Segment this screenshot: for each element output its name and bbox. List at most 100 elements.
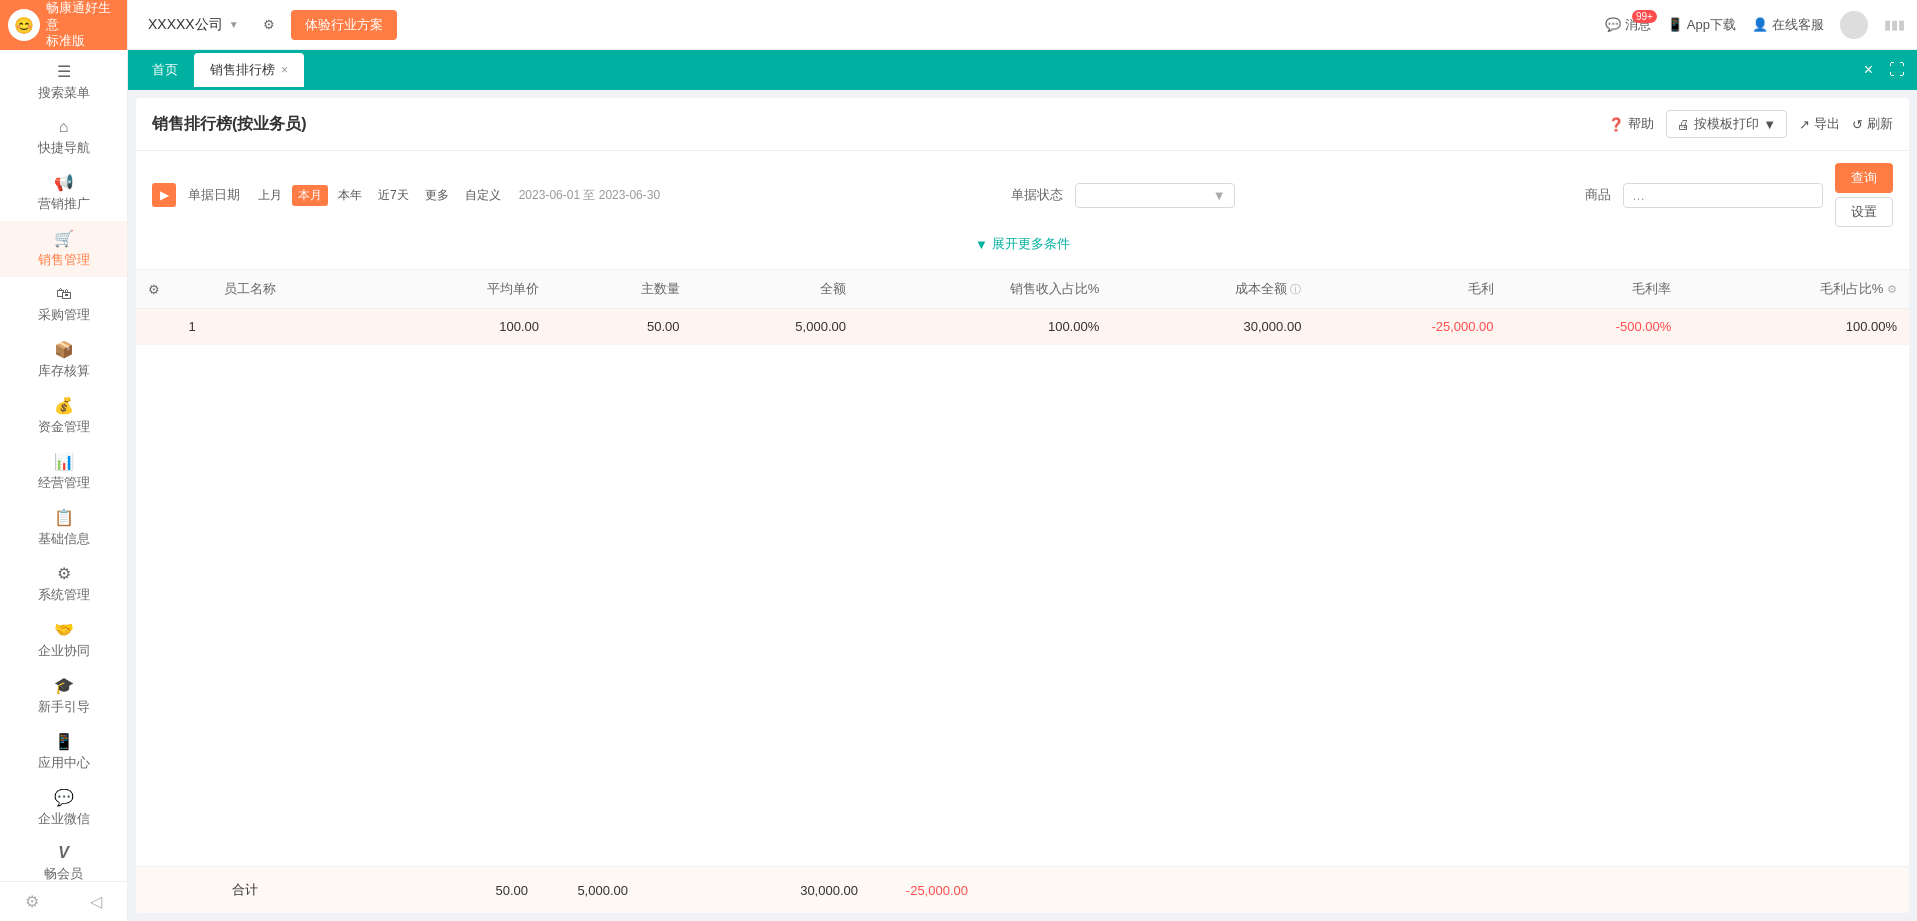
sidebar-item-cooperation[interactable]: 🤝 企业协同 <box>0 612 127 668</box>
row-rank: 1 <box>172 309 212 345</box>
sidebar-item-app-center[interactable]: 📱 应用中心 <box>0 724 127 780</box>
help-link[interactable]: ❓ 帮助 <box>1608 115 1654 133</box>
sidebar-item-basic-info[interactable]: 📋 基础信息 <box>0 500 127 556</box>
message-icon: 💬 <box>1605 17 1621 32</box>
goods-filter-text: … <box>1632 188 1645 203</box>
member-icon: V <box>58 844 69 862</box>
filter-row-main: ▶ 单据日期 上月 本月 本年 近7天 更多 自定义 2023-06-01 至 … <box>152 163 1893 227</box>
col-amount: 全额 <box>692 270 858 309</box>
print-chevron-icon: ▼ <box>1763 117 1776 132</box>
more-date-btn[interactable]: 更多 <box>419 185 455 206</box>
row-avg-price: 100.00 <box>382 309 552 345</box>
refresh-button[interactable]: ↺ 刷新 <box>1852 115 1893 133</box>
message-button[interactable]: 💬 消息 99+ <box>1605 16 1651 34</box>
last7days-btn[interactable]: 近7天 <box>372 185 415 206</box>
message-badge: 99+ <box>1632 10 1657 23</box>
sidebar-item-system[interactable]: ⚙ 系统管理 <box>0 556 127 612</box>
tab-bar: 首页 销售排行榜 × × ⛶ <box>128 50 1917 90</box>
status-select[interactable]: ▼ <box>1075 183 1235 208</box>
sales-ranking-table: ⚙ 员工名称 平均单价 主数量 全额 销售收入占比% 成本全额 ⓘ 毛利 毛利率… <box>136 270 1909 345</box>
app-download-button[interactable]: 📱 App下载 <box>1667 16 1736 34</box>
sidebar-item-quick-nav[interactable]: ⌂ 快捷导航 <box>0 110 127 165</box>
export-button[interactable]: ↗ 导出 <box>1799 115 1840 133</box>
sidebar: 😊 畅康通好生意 标准版 ☰ 搜索菜单 ⌂ 快捷导航 📢 营销推广 🛒 销售管理… <box>0 0 128 921</box>
col-main-qty: 主数量 <box>551 270 692 309</box>
tab-maximize-button[interactable]: ⛶ <box>1885 57 1909 83</box>
this-month-btn[interactable]: 本月 <box>292 185 328 206</box>
sidebar-nav: ☰ 搜索菜单 ⌂ 快捷导航 📢 营销推广 🛒 销售管理 🛍 采购管理 📦 库存核… <box>0 50 127 881</box>
user-avatar[interactable] <box>1840 11 1868 39</box>
tab-close-icon[interactable]: × <box>281 63 288 77</box>
table-wrapper: ⚙ 员工名称 平均单价 主数量 全额 销售收入占比% 成本全额 ⓘ 毛利 毛利率… <box>136 270 1909 866</box>
settings-text-button[interactable]: 设置 <box>1835 197 1893 227</box>
print-button[interactable]: 🖨 按模板打印 ▼ <box>1666 110 1787 138</box>
footer-settings-icon[interactable]: ⚙ <box>25 892 39 911</box>
chevron-down-icon: ▼ <box>229 19 239 30</box>
company-name: XXXXX公司 <box>148 16 223 34</box>
sidebar-item-member[interactable]: V 畅会员 <box>0 836 127 881</box>
date-buttons: 上月 本月 本年 近7天 更多 自定义 <box>252 185 507 206</box>
footer-collapse-icon[interactable]: ◁ <box>90 892 102 911</box>
service-icon: 👤 <box>1752 17 1768 32</box>
main-wrapper: XXXXX公司 ▼ ⚙ 体验行业方案 💬 消息 99+ 📱 App下载 👤 在线… <box>128 0 1917 921</box>
cart-icon: 🛒 <box>54 229 74 248</box>
sidebar-item-sales[interactable]: 🛒 销售管理 <box>0 221 127 277</box>
col-sales-pct: 销售收入占比% <box>858 270 1111 309</box>
page-header: 销售排行榜(按业务员) ❓ 帮助 🖨 按模板打印 ▼ ↗ 导出 <box>136 98 1909 151</box>
goods-filter[interactable]: … <box>1623 183 1823 208</box>
tab-home[interactable]: 首页 <box>136 53 194 87</box>
row-sales-pct: 100.00% <box>858 309 1111 345</box>
search-order-icon: ☰ <box>57 62 71 81</box>
wechat-icon: 💬 <box>54 788 74 807</box>
status-chevron-icon: ▼ <box>1213 188 1226 203</box>
footer-avg-price <box>380 886 460 894</box>
tab-bar-right: × ⛶ <box>1860 57 1909 83</box>
sidebar-item-wechat[interactable]: 💬 企业微信 <box>0 780 127 836</box>
footer-amount: 5,000.00 <box>540 879 640 902</box>
row-amount: 5,000.00 <box>692 309 858 345</box>
sidebar-item-marketing[interactable]: 📢 营销推广 <box>0 165 127 221</box>
last-month-btn[interactable]: 上月 <box>252 185 288 206</box>
user-name[interactable]: ▮▮▮ <box>1884 17 1905 32</box>
this-year-btn[interactable]: 本年 <box>332 185 368 206</box>
table-header-row: ⚙ 员工名称 平均单价 主数量 全额 销售收入占比% 成本全额 ⓘ 毛利 毛利率… <box>136 270 1909 309</box>
sidebar-item-newbie[interactable]: 🎓 新手引导 <box>0 668 127 724</box>
col-name: 员工名称 <box>212 270 382 309</box>
sidebar-item-inventory[interactable]: 📦 库存核算 <box>0 332 127 388</box>
col-rank <box>172 270 212 309</box>
goods-label: 商品 <box>1585 186 1611 204</box>
table-footer: 合计 50.00 5,000.00 30,000.00 -25,000.00 <box>136 866 1909 913</box>
trial-button[interactable]: 体验行业方案 <box>291 10 397 40</box>
col-settings[interactable]: ⚙ <box>136 270 172 309</box>
page-inner: 销售排行榜(按业务员) ❓ 帮助 🖨 按模板打印 ▼ ↗ 导出 <box>136 98 1909 913</box>
operations-icon: 📊 <box>54 452 74 471</box>
status-label: 单据状态 <box>1011 186 1063 204</box>
tab-sales-ranking[interactable]: 销售排行榜 × <box>194 53 304 87</box>
custom-date-btn[interactable]: 自定义 <box>459 185 507 206</box>
home-icon: ⌂ <box>59 118 69 136</box>
table-row: 1 100.00 50.00 5,000.00 100.00% 30,000.0… <box>136 309 1909 345</box>
col-cost: 成本全额 ⓘ <box>1111 270 1313 309</box>
purchase-icon: 🛍 <box>56 285 72 303</box>
expand-more-button[interactable]: ▼ 展开更多条件 <box>975 235 1070 253</box>
sidebar-item-search-order[interactable]: ☰ 搜索菜单 <box>0 54 127 110</box>
tab-minimize-button[interactable]: × <box>1860 57 1877 83</box>
cooperation-icon: 🤝 <box>54 620 74 639</box>
col-gross-rate: 毛利率 <box>1506 270 1684 309</box>
col-gross: 毛利 <box>1313 270 1505 309</box>
footer-total-label: 合计 <box>220 877 380 903</box>
expand-more-row: ▼ 展开更多条件 <box>152 227 1893 257</box>
gear-icon: ⚙ <box>263 17 275 32</box>
sidebar-item-finance[interactable]: 💰 资金管理 <box>0 388 127 444</box>
sidebar-item-operations[interactable]: 📊 经营管理 <box>0 444 127 500</box>
header-settings-button[interactable]: ⚙ <box>255 11 283 39</box>
row-settings <box>136 309 172 345</box>
filter-expand-arrow[interactable]: ▶ <box>152 183 176 207</box>
footer-gross: -25,000.00 <box>870 879 980 902</box>
footer-settings <box>148 886 180 894</box>
company-selector[interactable]: XXXXX公司 ▼ <box>140 12 247 38</box>
online-service-button[interactable]: 👤 在线客服 <box>1752 16 1824 34</box>
query-button[interactable]: 查询 <box>1835 163 1893 193</box>
newbie-icon: 🎓 <box>54 676 74 695</box>
sidebar-item-purchase[interactable]: 🛍 采购管理 <box>0 277 127 332</box>
